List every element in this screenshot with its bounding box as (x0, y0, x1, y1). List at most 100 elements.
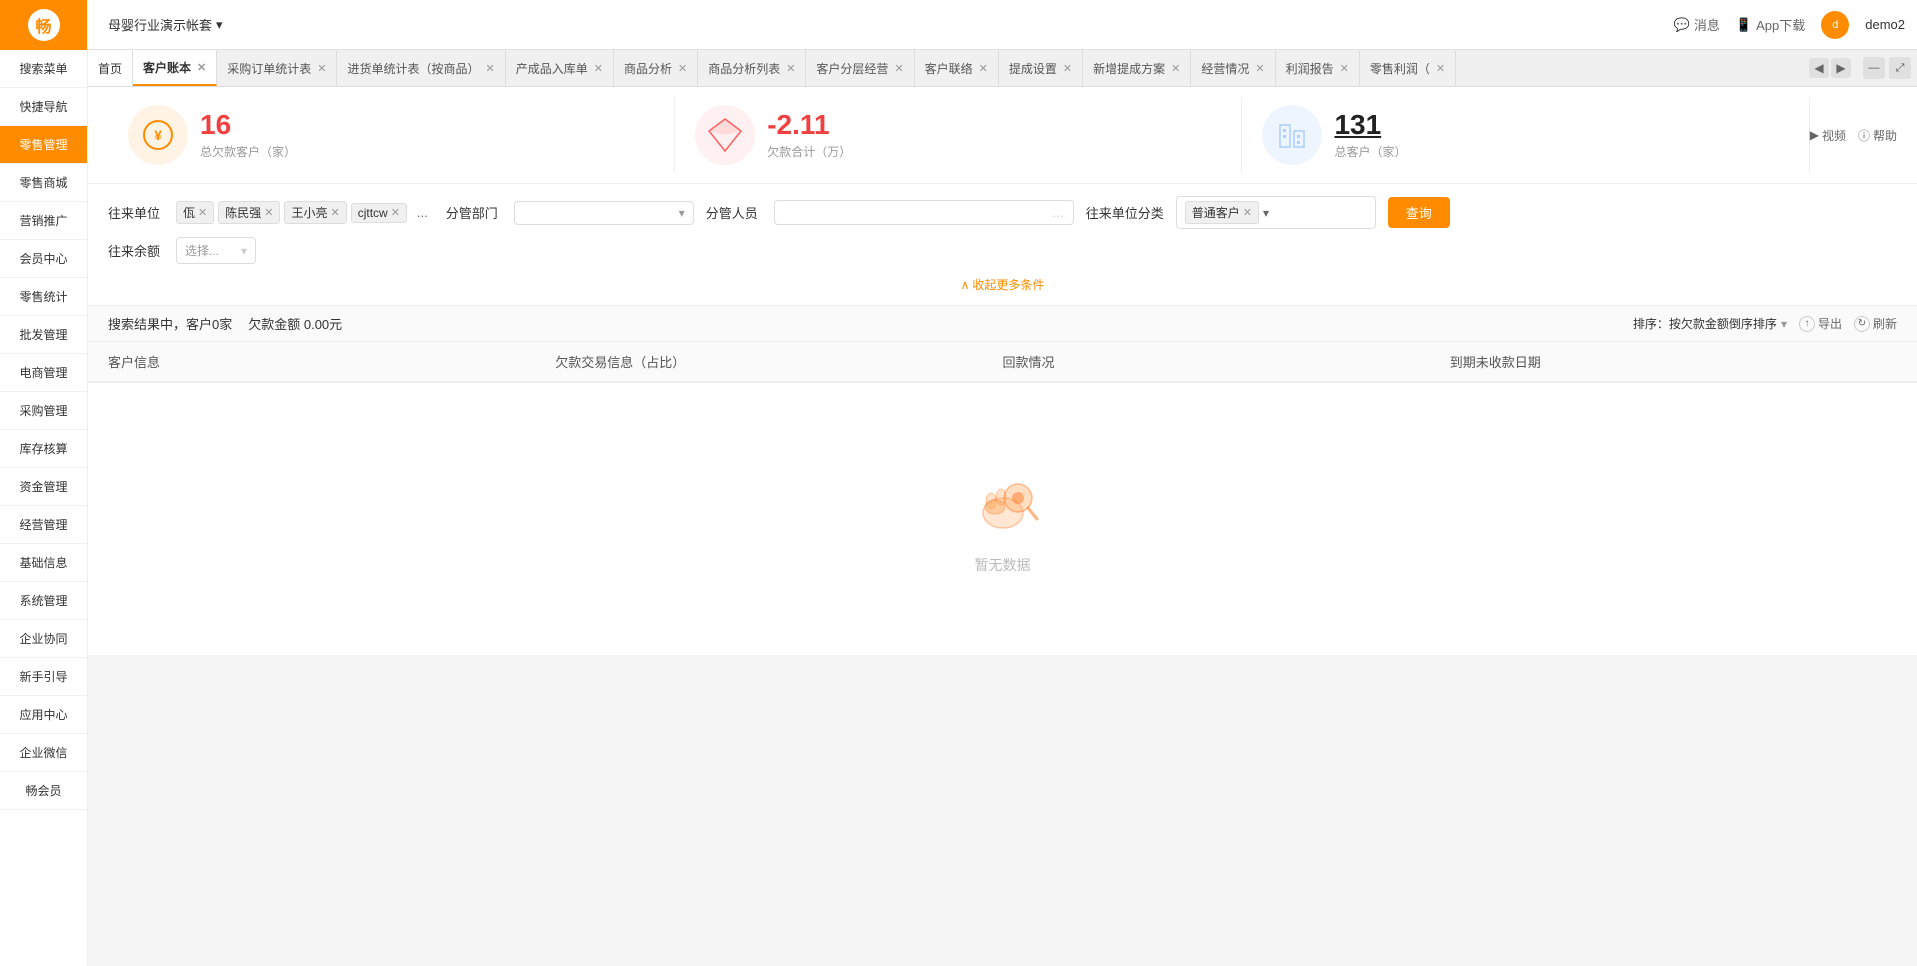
sidebar-item-finance[interactable]: 资金管理 (0, 468, 87, 506)
query-button[interactable]: 查询 (1388, 197, 1450, 228)
person-filter-input-wrap: … (774, 200, 1074, 225)
classify-select[interactable]: 普通客户 ✕ ▾ (1176, 196, 1376, 229)
tab-close-purchase-order[interactable]: ✕ (317, 62, 326, 75)
tab-retail-profit[interactable]: 零售利润（✕ (1360, 50, 1456, 86)
total-customers-label: 总客户（家） (1334, 143, 1406, 160)
tab-product-inbound[interactable]: 产成品入库单✕ (506, 50, 614, 86)
tag-wang-label: 王小亮 (291, 204, 327, 221)
username[interactable]: demo2 (1865, 17, 1905, 32)
svg-text:¥: ¥ (154, 127, 162, 143)
tab-close-customer-account[interactable]: ✕ (197, 61, 206, 74)
company-name: 母婴行业演示帐套 (108, 15, 212, 34)
classify-filter-label: 往来单位分类 (1086, 203, 1164, 222)
diamond-icon (695, 105, 755, 165)
sidebar-item-corp-wechat[interactable]: 企业微信 (0, 734, 87, 772)
sidebar-item-ecommerce[interactable]: 电商管理 (0, 354, 87, 392)
help-button[interactable]: ⓘ 帮助 (1858, 127, 1897, 144)
sort-select[interactable]: 排序：按欠款金额倒序排序 ▾ (1633, 315, 1787, 332)
tab-prev-button[interactable]: ◀ (1809, 58, 1829, 78)
tab-close-customer-contact[interactable]: ✕ (979, 62, 988, 75)
coin-icon: ¥ (128, 105, 188, 165)
tab-close-goods-analysis-list[interactable]: ✕ (786, 62, 795, 75)
help-icon: ⓘ (1858, 127, 1870, 144)
tab-new-promo[interactable]: 新增提成方案✕ (1083, 50, 1191, 86)
tab-next-button[interactable]: ▶ (1831, 58, 1851, 78)
sidebar-item-quick-nav[interactable]: 快捷导航 (0, 88, 87, 126)
refresh-button[interactable]: ↻ 刷新 (1854, 315, 1897, 332)
unit-filter-tags: 佤 ✕ 陈民强 ✕ 王小亮 ✕ cjttcw ✕ ... (176, 201, 434, 224)
tab-purchase-order[interactable]: 采购订单统计表✕ (217, 50, 337, 86)
tab-close-promo-settings[interactable]: ✕ (1063, 62, 1072, 75)
tab-close-operations[interactable]: ✕ (1255, 62, 1264, 75)
sidebar-item-retail-stats[interactable]: 零售统计 (0, 278, 87, 316)
filter-tag-wa[interactable]: 佤 ✕ (176, 201, 214, 224)
result-actions: 排序：按欠款金额倒序排序 ▾ ↑ 导出 ↻ 刷新 (1633, 315, 1897, 332)
play-icon: ▶ (1810, 128, 1819, 142)
tab-close-retail-profit[interactable]: ✕ (1436, 62, 1445, 75)
more-tags-button[interactable]: ... (411, 203, 434, 222)
tab-home[interactable]: 首页 (88, 50, 133, 86)
sidebar-item-sys-mgmt[interactable]: 系统管理 (0, 582, 87, 620)
tab-profit-report[interactable]: 利润报告✕ (1276, 50, 1360, 86)
classify-tag-close[interactable]: ✕ (1243, 206, 1252, 219)
tag-wang-close[interactable]: ✕ (330, 206, 339, 219)
tab-close-purchase-stat[interactable]: ✕ (486, 62, 495, 75)
tab-purchase-stat[interactable]: 进货单统计表（按商品）✕ (337, 50, 505, 86)
filter-tag-cj[interactable]: cjttcw ✕ (351, 203, 407, 223)
filter-row-unit: 往来单位 佤 ✕ 陈民强 ✕ 王小亮 ✕ cjttcw (108, 196, 1897, 229)
sidebar-item-ops-mgmt[interactable]: 经营管理 (0, 506, 87, 544)
export-button[interactable]: ↑ 导出 (1799, 315, 1842, 332)
tab-customer-account[interactable]: 客户账本✕ (133, 50, 217, 86)
company-selector[interactable]: 母婴行业演示帐套 ▾ (100, 11, 231, 38)
sidebar-item-batch-mgmt[interactable]: 批发管理 (0, 316, 87, 354)
stat-credit-customers: ¥ 16 总欠款客户（家） (108, 97, 675, 173)
sidebar-item-purchase-mgmt[interactable]: 采购管理 (0, 392, 87, 430)
tag-cj-close[interactable]: ✕ (391, 206, 400, 219)
sidebar-item-marketing[interactable]: 营销推广 (0, 202, 87, 240)
sidebar-item-corp-collab[interactable]: 企业协同 (0, 620, 87, 658)
sidebar-item-retail-mall[interactable]: 零售商城 (0, 164, 87, 202)
tab-close-customer-tier[interactable]: ✕ (894, 62, 903, 75)
minimize-button[interactable]: — (1863, 57, 1885, 79)
balance-select[interactable]: 选择... ▾ (176, 237, 256, 264)
search-result-text: 搜索结果中，客户0家 (108, 314, 232, 333)
maximize-button[interactable]: ⤢ (1889, 57, 1911, 79)
tab-customer-contact[interactable]: 客户联络✕ (915, 50, 999, 86)
tab-goods-analysis-list[interactable]: 商品分析列表✕ (698, 50, 806, 86)
tag-wa-label: 佤 (183, 204, 195, 221)
classify-tag-label: 普通客户 (1192, 204, 1240, 221)
sidebar-item-inventory[interactable]: 库存核算 (0, 430, 87, 468)
tab-operations[interactable]: 经营情况✕ (1191, 50, 1275, 86)
stat-credit-customers-content: 16 总欠款客户（家） (200, 110, 296, 160)
tab-close-profit-report[interactable]: ✕ (1340, 62, 1349, 75)
tab-close-new-promo[interactable]: ✕ (1171, 62, 1180, 75)
credit-customers-value: 16 (200, 110, 296, 141)
classify-tag[interactable]: 普通客户 ✕ (1185, 201, 1259, 224)
collapse-button[interactable]: ∧ 收起更多条件 (961, 276, 1045, 293)
filter-area: 往来单位 佤 ✕ 陈民强 ✕ 王小亮 ✕ cjttcw (88, 184, 1917, 306)
sidebar-item-new-guide[interactable]: 新手引导 (0, 658, 87, 696)
dept-select[interactable]: ▾ (514, 201, 694, 225)
tag-chen-close[interactable]: ✕ (264, 206, 273, 219)
tab-customer-tier[interactable]: 客户分层经营✕ (806, 50, 914, 86)
sidebar-item-basic-info[interactable]: 基础信息 (0, 544, 87, 582)
tab-goods-analysis[interactable]: 商品分析✕ (614, 50, 698, 86)
tab-close-goods-analysis[interactable]: ✕ (678, 62, 687, 75)
person-filter-input[interactable] (783, 206, 1048, 220)
filter-tag-chen[interactable]: 陈民强 ✕ (218, 201, 280, 224)
messages-button[interactable]: 💬 消息 (1674, 15, 1720, 34)
app-download-button[interactable]: 📱 App下载 (1736, 15, 1805, 34)
video-button[interactable]: ▶ 视频 (1810, 127, 1846, 144)
sidebar-item-member-plus[interactable]: 畅会员 (0, 772, 87, 810)
sidebar-item-search[interactable]: 搜索菜单 (0, 50, 87, 88)
tag-wa-close[interactable]: ✕ (198, 206, 207, 219)
credit-amount-label: 欠款合计（万） (767, 143, 851, 160)
sidebar-item-retail-mgmt[interactable]: 零售管理 (0, 126, 87, 164)
filter-tag-wang[interactable]: 王小亮 ✕ (284, 201, 346, 224)
th-due-date: 到期未收款日期 (1450, 352, 1897, 371)
tab-promo-settings[interactable]: 提成设置✕ (999, 50, 1083, 86)
tab-close-product-inbound[interactable]: ✕ (594, 62, 603, 75)
sidebar-item-app-center[interactable]: 应用中心 (0, 696, 87, 734)
sidebar-item-membership[interactable]: 会员中心 (0, 240, 87, 278)
balance-chevron-icon: ▾ (241, 244, 247, 258)
